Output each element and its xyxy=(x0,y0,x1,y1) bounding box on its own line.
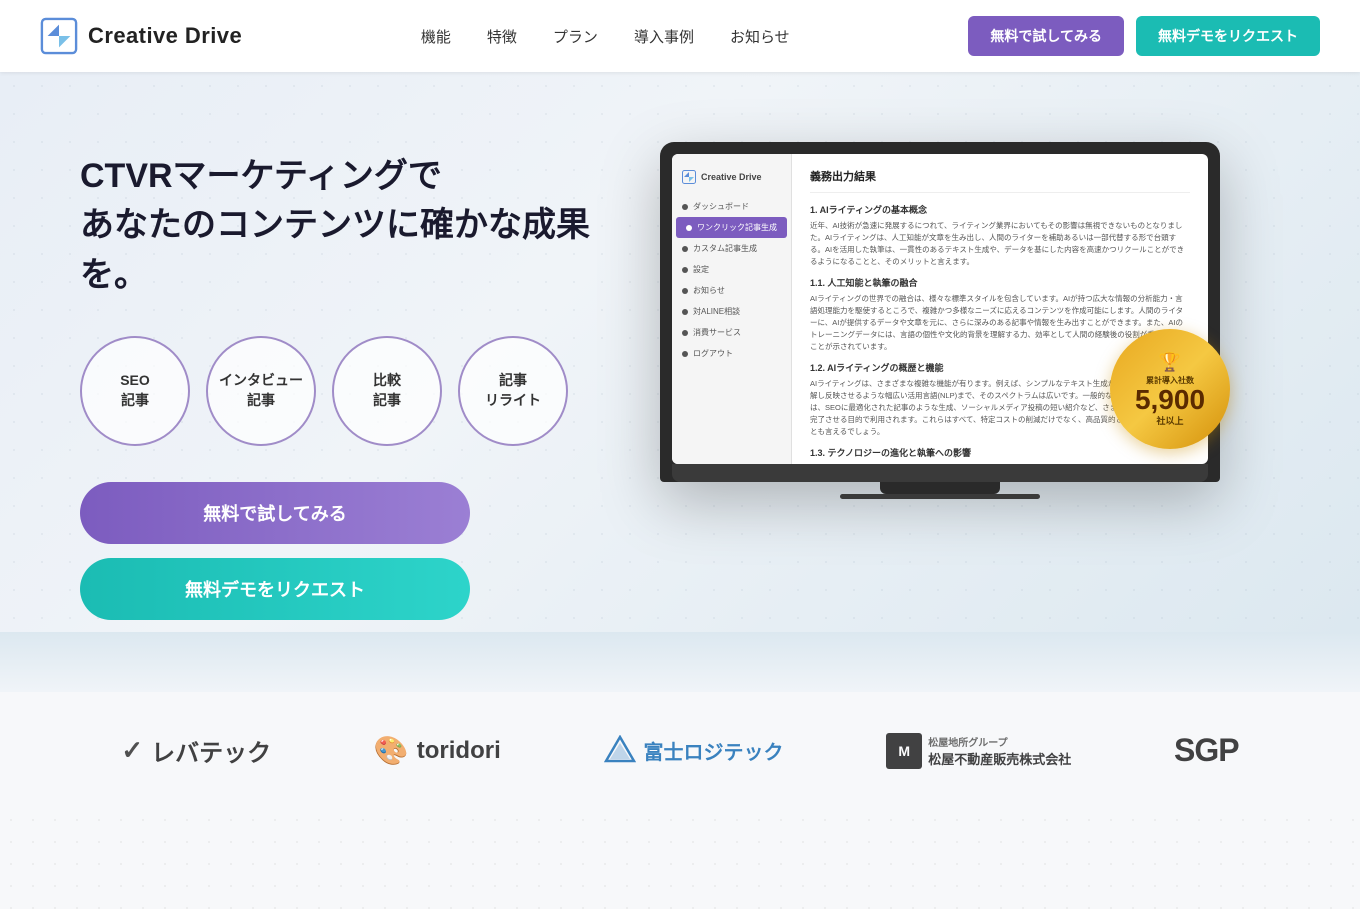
hero-title: CTVRマーケティングで あなたのコンテンツに確かな成果を。 xyxy=(80,152,600,300)
badge-number: 5,900 xyxy=(1135,386,1205,414)
circle-interview: インタビュー記事 xyxy=(206,336,316,446)
section-divider xyxy=(0,632,1360,692)
laptop-sidebar: Creative Drive ダッシュボード ワンクリック記事生成 カスタム記事… xyxy=(672,154,792,464)
badge-inner: 🏆 累計導入社数 5,900 社以上 xyxy=(1110,329,1230,449)
hero-trial-button[interactable]: 無料で試してみる xyxy=(80,482,470,544)
circle-seo: SEO記事 xyxy=(80,336,190,446)
badge-suffix: 社以上 xyxy=(1156,414,1183,427)
laptop-output-title: 義務出力結果 xyxy=(810,168,1190,193)
header-trial-button[interactable]: 無料で試してみる xyxy=(968,16,1124,56)
toridori-text: toridori xyxy=(417,737,501,765)
levtech-text: レバテック xyxy=(151,733,271,768)
header: Creative Drive 機能 特徴 プラン 導入事例 お知らせ 無料で試し… xyxy=(0,0,1360,72)
logo-icon xyxy=(40,17,78,55)
fuji-text: 富士ロジテック xyxy=(644,736,784,765)
bottom-dots-area xyxy=(0,809,1360,909)
nav-item-plans[interactable]: プラン xyxy=(553,26,598,47)
sidebar-custom: カスタム記事生成 xyxy=(672,238,791,259)
achievement-badge: 🏆 累計導入社数 5,900 社以上 xyxy=(1110,329,1230,449)
levtech-check-icon: ✓ xyxy=(121,735,143,766)
laptop-stand xyxy=(880,482,1000,494)
hero-circles: SEO記事 インタビュー記事 比較記事 記事リライト xyxy=(80,336,600,446)
hero-left: CTVRマーケティングで あなたのコンテンツに確かな成果を。 SEO記事 インタ… xyxy=(80,132,600,620)
logos-section: ✓ レバテック 🎨 toridori 富士ロジテック M 松屋地所グループ 松屋… xyxy=(0,692,1360,809)
sgp-text: SGP xyxy=(1174,732,1239,769)
brand-fuji: 富士ロジテック xyxy=(604,735,784,767)
badge-trophy-icon: 🏆 xyxy=(1159,352,1181,373)
hero-right: Creative Drive ダッシュボード ワンクリック記事生成 カスタム記事… xyxy=(600,132,1280,499)
laptop-base xyxy=(672,464,1208,482)
sidebar-dashboard: ダッシュボード xyxy=(672,196,791,217)
brand-sgp: SGP xyxy=(1174,732,1239,769)
laptop-logo: Creative Drive xyxy=(672,164,791,196)
main-nav: 機能 特徴 プラン 導入事例 お知らせ xyxy=(421,26,790,47)
hero-section: CTVRマーケティングで あなたのコンテンツに確かな成果を。 SEO記事 インタ… xyxy=(0,72,1360,632)
nav-item-characteristics[interactable]: 特徴 xyxy=(487,26,517,47)
content-section-1: 1. AIライティングの基本概念 近年、AI技術が急速に発展するにつれて、ライテ… xyxy=(810,203,1190,268)
sidebar-news: お知らせ xyxy=(672,280,791,301)
sidebar-service: 消費サービス xyxy=(672,322,791,343)
brand-toridori: 🎨 toridori xyxy=(374,734,501,767)
hero-demo-button[interactable]: 無料デモをリクエスト xyxy=(80,558,470,620)
sidebar-line: 対ALINE相談 xyxy=(672,301,791,322)
matsuya-logo-box: M xyxy=(886,733,922,769)
sidebar-oneclick: ワンクリック記事生成 xyxy=(676,217,787,238)
fuji-icon xyxy=(604,735,636,767)
header-demo-button[interactable]: 無料デモをリクエスト xyxy=(1136,16,1320,56)
logo[interactable]: Creative Drive xyxy=(40,17,242,55)
circle-comparison: 比較記事 xyxy=(332,336,442,446)
nav-item-news[interactable]: お知らせ xyxy=(730,26,790,47)
matsuya-group-text: 松屋地所グループ xyxy=(928,734,1071,749)
laptop-foot xyxy=(840,494,1040,499)
brand-matsuya: M 松屋地所グループ 松屋不動産販売株式会社 xyxy=(886,733,1071,769)
matsuya-text: 松屋不動産販売株式会社 xyxy=(928,749,1071,768)
nav-item-features[interactable]: 機能 xyxy=(421,26,451,47)
brand-levtech: ✓ レバテック xyxy=(121,733,271,768)
circle-rewrite: 記事リライト xyxy=(458,336,568,446)
laptop-mockup: Creative Drive ダッシュボード ワンクリック記事生成 カスタム記事… xyxy=(660,142,1220,499)
toridori-icon: 🎨 xyxy=(374,734,409,767)
logo-text: Creative Drive xyxy=(88,23,242,49)
sidebar-settings: 設定 xyxy=(672,259,791,280)
header-buttons: 無料で試してみる 無料デモをリクエスト xyxy=(968,16,1320,56)
sidebar-logout: ログアウト xyxy=(672,343,791,364)
nav-item-cases[interactable]: 導入事例 xyxy=(634,26,694,47)
